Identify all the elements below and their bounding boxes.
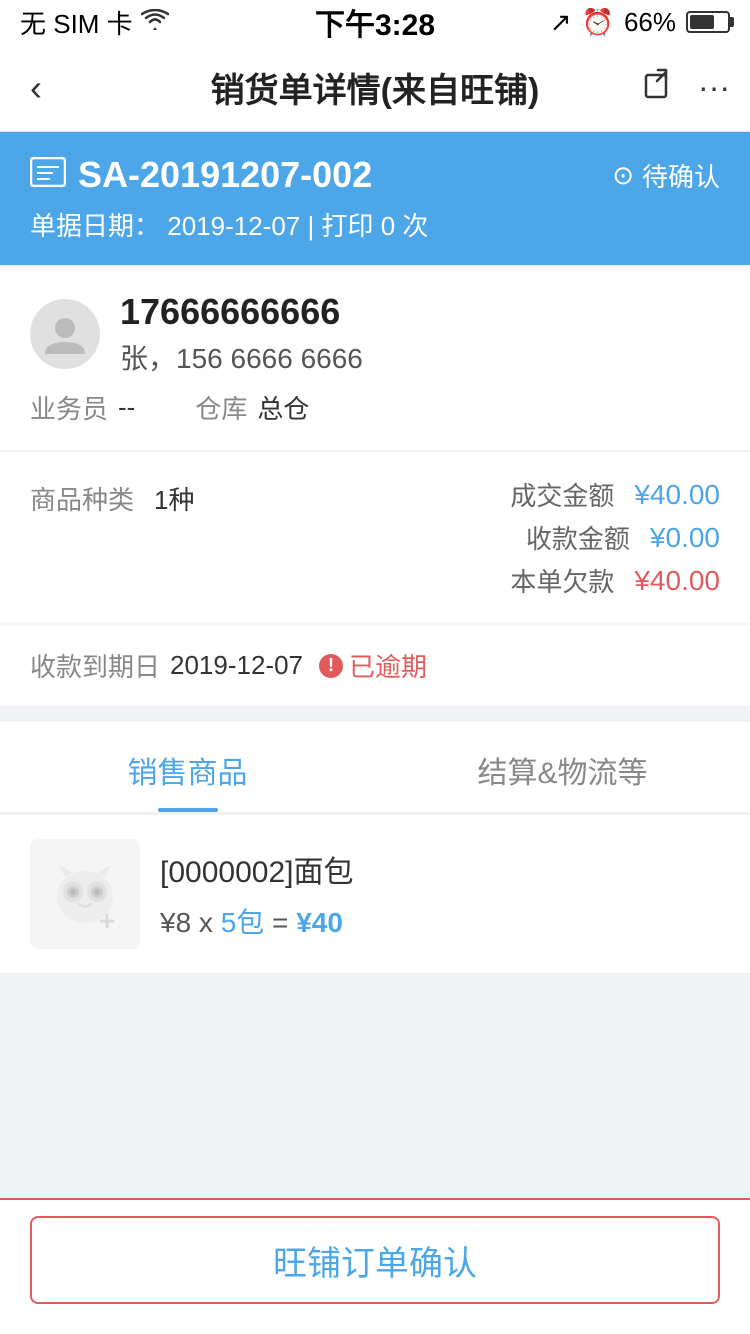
bottom-spacer [0, 974, 750, 1134]
nav-actions: ··· [644, 67, 730, 109]
more-button[interactable]: ··· [698, 69, 730, 106]
share-button[interactable] [644, 67, 678, 109]
order-header: SA-20191207-002 ⊙ 待确认 单据日期： 2019-12-07 |… [0, 132, 750, 265]
customer-phone: 17666666666 [120, 291, 363, 333]
product-price: ¥8 x 5包 = ¥40 [160, 901, 720, 941]
summary-right: 成交金额 ¥40.00 收款金额 ¥0.00 本单欠款 ¥40.00 [510, 476, 720, 599]
eq-text: = [264, 907, 296, 938]
order-status: ⊙ 待确认 [612, 157, 720, 194]
product-list: [0000002]面包 ¥8 x 5包 = ¥40 [0, 815, 750, 974]
customer-top: 17666666666 张，156 6666 6666 [30, 291, 720, 377]
summary-card: 商品种类 1种 成交金额 ¥40.00 收款金额 ¥0.00 本单欠款 ¥40.… [0, 452, 750, 623]
print-unit-text: 次 [402, 211, 428, 241]
print-count-value: 0 [381, 211, 395, 241]
carrier-text: 无 SIM 卡 [20, 4, 133, 41]
tab-products[interactable]: 销售商品 [0, 722, 375, 812]
back-button[interactable]: ‹ [20, 57, 52, 119]
warehouse-value: 总仓 [257, 389, 309, 426]
total-text: ¥40 [296, 907, 343, 938]
overdue-text: 已逾期 [349, 647, 427, 684]
battery-icon [686, 11, 730, 33]
product-name: [0000002]面包 [160, 847, 720, 891]
salesperson-value: -- [118, 392, 135, 423]
salesperson-label: 业务员 [30, 389, 108, 426]
status-right: ↗ ⏰ 66% [550, 7, 730, 38]
product-thumbnail [30, 839, 140, 949]
owed-amount-row: 本单欠款 ¥40.00 [510, 562, 720, 599]
overdue-icon: ! [319, 654, 343, 678]
owed-amount-label: 本单欠款 [510, 562, 614, 599]
owed-amount-value: ¥40.00 [634, 565, 720, 597]
tabs: 销售商品 结算&物流等 [0, 722, 750, 813]
received-amount-label: 收款金额 [526, 519, 630, 556]
wifi-icon [141, 7, 169, 38]
table-row: [0000002]面包 ¥8 x 5包 = ¥40 [0, 815, 750, 974]
date-label: 单据日期： [30, 211, 160, 241]
salesperson-field: 业务员 -- [30, 389, 135, 426]
order-date-line: 单据日期： 2019-12-07 | 打印 0 次 [30, 206, 720, 243]
deal-amount-row: 成交金额 ¥40.00 [510, 476, 720, 513]
due-date-label: 收款到期日 [30, 647, 160, 684]
confirm-order-button[interactable]: 旺铺订单确认 [30, 1216, 720, 1304]
customer-card: 17666666666 张，156 6666 6666 业务员 -- 仓库 总仓 [0, 267, 750, 450]
deal-amount-value: ¥40.00 [634, 479, 720, 511]
category-label: 商品种类 [30, 480, 134, 517]
due-date-value: 2019-12-07 [170, 650, 303, 681]
status-time: 下午3:28 [315, 0, 435, 44]
customer-name: 张，156 6666 6666 [120, 337, 363, 377]
order-date: 2019-12-07 [167, 211, 300, 241]
nav-bar: ‹ 销货单详情(来自旺铺) ··· [0, 44, 750, 132]
page-title: 销货单详情(来自旺铺) [211, 63, 540, 112]
category-value: 1种 [154, 480, 194, 517]
overdue-badge: ! 已逾期 [319, 647, 427, 684]
tab-products-label: 销售商品 [128, 757, 248, 790]
battery-text: 66% [624, 7, 676, 38]
order-id: SA-20191207-002 [30, 154, 372, 196]
due-date-card: 收款到期日 2019-12-07 ! 已逾期 [0, 625, 750, 706]
qty-text: 5包 [221, 907, 265, 938]
print-separator: | [307, 211, 321, 241]
product-info: [0000002]面包 ¥8 x 5包 = ¥40 [160, 847, 720, 941]
price-text: ¥8 x [160, 907, 221, 938]
received-amount-row: 收款金额 ¥0.00 [526, 519, 720, 556]
location-icon: ↗ [550, 7, 572, 38]
tab-settlement-label: 结算&物流等 [477, 757, 647, 790]
avatar [30, 299, 100, 369]
received-amount-value: ¥0.00 [650, 522, 720, 554]
warehouse-field: 仓库 总仓 [195, 389, 309, 426]
bottom-bar: 旺铺订单确认 [0, 1198, 750, 1334]
customer-meta: 业务员 -- 仓库 总仓 [30, 389, 720, 426]
warehouse-label: 仓库 [195, 389, 247, 426]
customer-info: 17666666666 张，156 6666 6666 [120, 291, 363, 377]
summary-left: 商品种类 1种 [30, 476, 510, 517]
alarm-icon: ⏰ [582, 7, 614, 38]
deal-amount-label: 成交金额 [510, 476, 614, 513]
print-label: 打印 [321, 211, 373, 241]
order-icon [30, 154, 66, 196]
order-id-text: SA-20191207-002 [78, 154, 372, 196]
tab-settlement[interactable]: 结算&物流等 [375, 722, 750, 812]
status-carrier: 无 SIM 卡 [20, 4, 169, 41]
status-text: 待确认 [642, 157, 720, 194]
status-clock-icon: ⊙ [612, 160, 634, 191]
status-bar: 无 SIM 卡 下午3:28 ↗ ⏰ 66% [0, 0, 750, 44]
